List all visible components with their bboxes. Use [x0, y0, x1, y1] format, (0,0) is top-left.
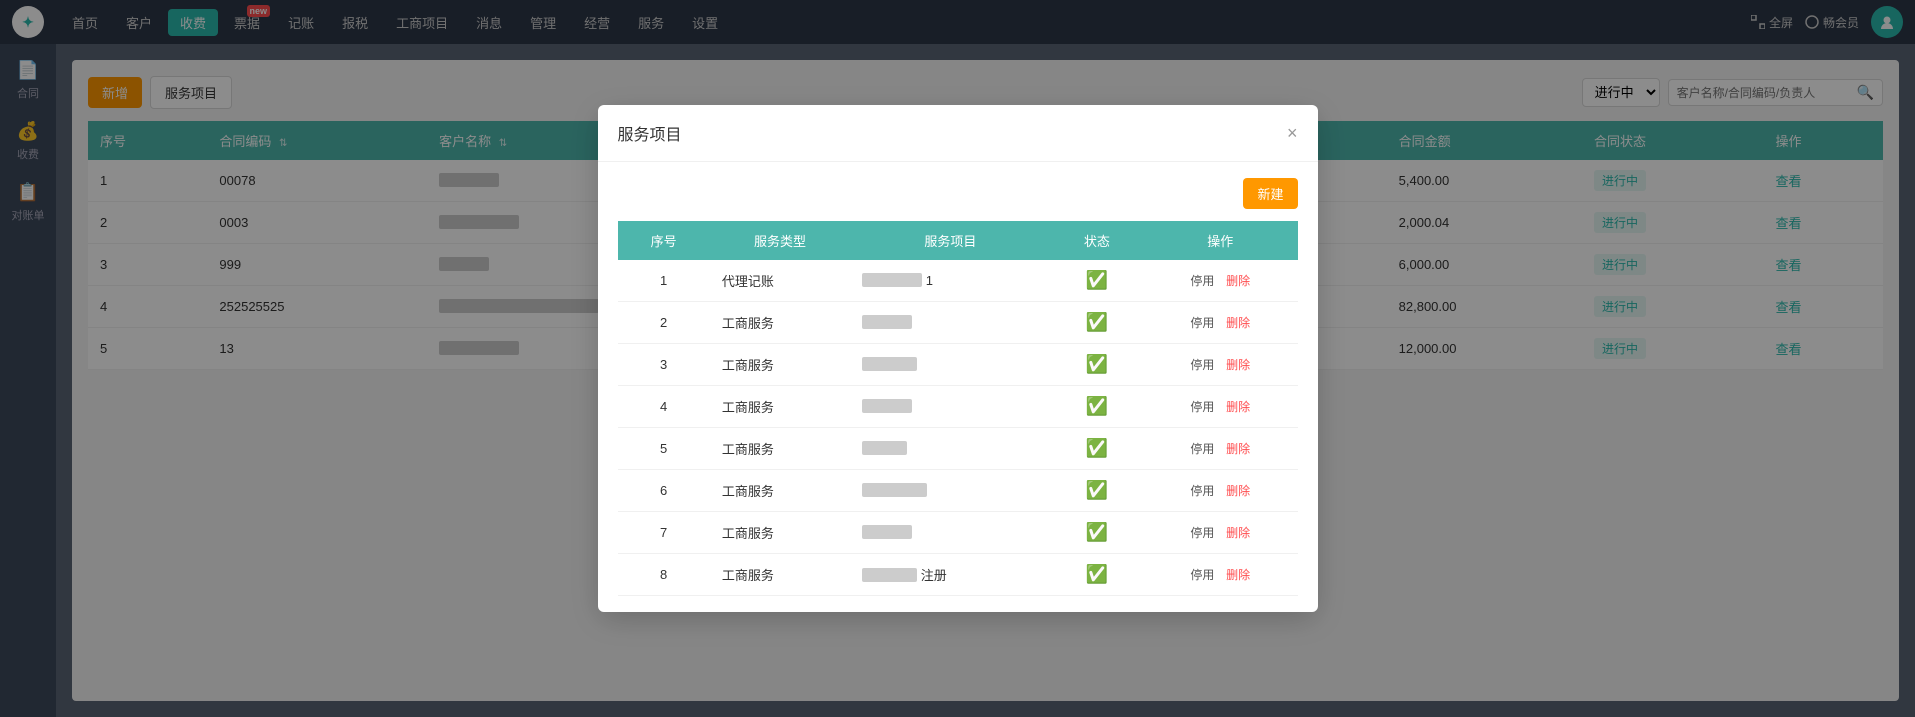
modal-cell-seq: 8: [618, 554, 710, 596]
service-modal: 服务项目 × 新建 序号 服务类型 服务项目 状态 操作: [598, 105, 1318, 612]
modal-cell-type: 工商服务: [710, 344, 850, 386]
modal-cell-seq: 2: [618, 302, 710, 344]
status-check-icon: ✅: [1086, 270, 1108, 290]
modal-table-row: 3 工商服务 ✅ 停用 删除: [618, 344, 1298, 386]
modal-cell-project: [850, 428, 1051, 470]
delete-button[interactable]: 删除: [1226, 526, 1250, 540]
stop-button[interactable]: 停用: [1190, 316, 1214, 330]
modal-cell-seq: 4: [618, 386, 710, 428]
status-check-icon: ✅: [1086, 438, 1108, 458]
modal-overlay[interactable]: 服务项目 × 新建 序号 服务类型 服务项目 状态 操作: [0, 0, 1915, 717]
modal-col-status: 状态: [1051, 221, 1143, 260]
modal-cell-action: 停用 删除: [1143, 428, 1297, 470]
modal-cell-status: ✅: [1051, 470, 1143, 512]
delete-button[interactable]: 删除: [1226, 568, 1250, 582]
modal-cell-project: 1: [850, 260, 1051, 302]
status-check-icon: ✅: [1086, 354, 1108, 374]
modal-cell-status: ✅: [1051, 554, 1143, 596]
modal-cell-seq: 1: [618, 260, 710, 302]
modal-col-project: 服务项目: [850, 221, 1051, 260]
modal-table-row: 4 工商服务 ✅ 停用 删除: [618, 386, 1298, 428]
modal-cell-type: 工商服务: [710, 302, 850, 344]
stop-button[interactable]: 停用: [1190, 484, 1214, 498]
modal-col-action: 操作: [1143, 221, 1297, 260]
modal-table-row: 8 工商服务 注册 ✅ 停用 删除: [618, 554, 1298, 596]
modal-cell-type: 工商服务: [710, 554, 850, 596]
modal-table-row: 6 工商服务 ✅ 停用 删除: [618, 470, 1298, 512]
modal-cell-action: 停用 删除: [1143, 260, 1297, 302]
status-check-icon: ✅: [1086, 480, 1108, 500]
modal-col-seq: 序号: [618, 221, 710, 260]
modal-cell-seq: 6: [618, 470, 710, 512]
modal-cell-action: 停用 删除: [1143, 302, 1297, 344]
delete-button[interactable]: 删除: [1226, 316, 1250, 330]
stop-button[interactable]: 停用: [1190, 442, 1214, 456]
modal-cell-status: ✅: [1051, 344, 1143, 386]
modal-body: 新建 序号 服务类型 服务项目 状态 操作 1 代: [598, 162, 1318, 612]
modal-cell-action: 停用 删除: [1143, 554, 1297, 596]
modal-close-button[interactable]: ×: [1287, 123, 1298, 144]
delete-button[interactable]: 删除: [1226, 400, 1250, 414]
modal-cell-seq: 5: [618, 428, 710, 470]
modal-cell-action: 停用 删除: [1143, 512, 1297, 554]
modal-cell-project: [850, 386, 1051, 428]
modal-table-row: 5 工商服务 ✅ 停用 删除: [618, 428, 1298, 470]
modal-cell-project: [850, 344, 1051, 386]
modal-cell-status: ✅: [1051, 386, 1143, 428]
modal-table-row: 2 工商服务 ✅ 停用 删除: [618, 302, 1298, 344]
modal-cell-seq: 7: [618, 512, 710, 554]
status-check-icon: ✅: [1086, 564, 1108, 584]
modal-cell-type: 工商服务: [710, 428, 850, 470]
status-check-icon: ✅: [1086, 312, 1108, 332]
modal-table-wrap: 序号 服务类型 服务项目 状态 操作 1 代理记账 1 ✅ 停用 删除: [618, 221, 1298, 596]
status-check-icon: ✅: [1086, 522, 1108, 542]
stop-button[interactable]: 停用: [1190, 568, 1214, 582]
delete-button[interactable]: 删除: [1226, 442, 1250, 456]
modal-toolbar: 新建: [618, 178, 1298, 209]
modal-cell-seq: 3: [618, 344, 710, 386]
modal-cell-action: 停用 删除: [1143, 470, 1297, 512]
modal-table-row: 7 工商服务 ✅ 停用 删除: [618, 512, 1298, 554]
modal-col-type: 服务类型: [710, 221, 850, 260]
modal-cell-type: 工商服务: [710, 512, 850, 554]
modal-cell-type: 代理记账: [710, 260, 850, 302]
delete-button[interactable]: 删除: [1226, 484, 1250, 498]
delete-button[interactable]: 删除: [1226, 358, 1250, 372]
modal-cell-type: 工商服务: [710, 386, 850, 428]
modal-cell-status: ✅: [1051, 302, 1143, 344]
modal-header: 服务项目 ×: [598, 105, 1318, 162]
modal-cell-action: 停用 删除: [1143, 344, 1297, 386]
modal-cell-status: ✅: [1051, 428, 1143, 470]
modal-new-button[interactable]: 新建: [1243, 178, 1297, 209]
modal-cell-type: 工商服务: [710, 470, 850, 512]
modal-cell-status: ✅: [1051, 512, 1143, 554]
service-table: 序号 服务类型 服务项目 状态 操作 1 代理记账 1 ✅ 停用 删除: [618, 221, 1298, 596]
status-check-icon: ✅: [1086, 396, 1108, 416]
modal-cell-project: [850, 512, 1051, 554]
modal-cell-project: [850, 302, 1051, 344]
stop-button[interactable]: 停用: [1190, 526, 1214, 540]
modal-table-row: 1 代理记账 1 ✅ 停用 删除: [618, 260, 1298, 302]
modal-title: 服务项目: [618, 121, 682, 145]
modal-cell-action: 停用 删除: [1143, 386, 1297, 428]
stop-button[interactable]: 停用: [1190, 400, 1214, 414]
stop-button[interactable]: 停用: [1190, 358, 1214, 372]
modal-cell-project: [850, 470, 1051, 512]
stop-button[interactable]: 停用: [1190, 274, 1214, 288]
modal-header-row: 序号 服务类型 服务项目 状态 操作: [618, 221, 1298, 260]
delete-button[interactable]: 删除: [1226, 274, 1250, 288]
modal-cell-project: 注册: [850, 554, 1051, 596]
modal-cell-status: ✅: [1051, 260, 1143, 302]
